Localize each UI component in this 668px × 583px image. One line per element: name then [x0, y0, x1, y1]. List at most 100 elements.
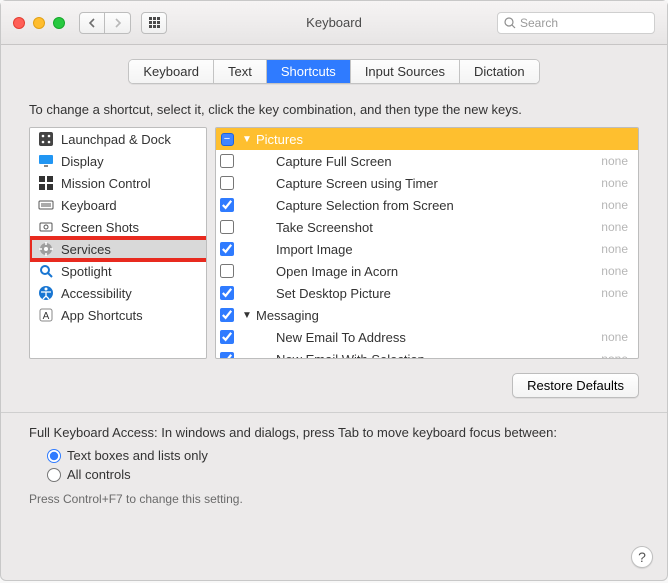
checkbox-cell [216, 220, 238, 234]
restore-defaults-button[interactable]: Restore Defaults [512, 373, 639, 398]
fka-radio-all[interactable] [47, 468, 61, 482]
row-label: Capture Selection from Screen [256, 198, 588, 213]
category-services[interactable]: Services [30, 238, 206, 260]
checkbox-cell [216, 198, 238, 212]
tree-item[interactable]: Take Screenshotnone [216, 216, 638, 238]
checkbox-cell [216, 176, 238, 190]
row-label: Pictures [256, 132, 588, 147]
tree-item[interactable]: Capture Selection from Screennone [216, 194, 638, 216]
fka-option-textboxes-label: Text boxes and lists only [67, 448, 208, 463]
checkbox-mixed[interactable]: − [221, 133, 234, 146]
content-area: To change a shortcut, select it, click t… [1, 84, 667, 583]
close-window-button[interactable] [13, 17, 25, 29]
shortcut-value[interactable]: none [588, 176, 638, 190]
category-label: Screen Shots [61, 220, 139, 235]
checkbox-cell [216, 154, 238, 168]
row-label: Set Desktop Picture [256, 286, 588, 301]
row-label: Take Screenshot [256, 220, 588, 235]
search-field[interactable] [497, 12, 655, 34]
category-accessibility[interactable]: Accessibility [30, 282, 206, 304]
show-all-button[interactable] [141, 12, 167, 34]
shortcut-value[interactable]: none [588, 330, 638, 344]
tree-item[interactable]: Capture Full Screennone [216, 150, 638, 172]
traffic-lights [13, 17, 65, 29]
tab-dictation[interactable]: Dictation [460, 60, 539, 83]
checkbox[interactable] [220, 352, 234, 359]
panes: Launchpad & DockDisplayMission ControlKe… [29, 127, 639, 359]
tree-item[interactable]: New Email With Selectionnone [216, 348, 638, 359]
fka-radio-textboxes[interactable] [47, 449, 61, 463]
checkbox[interactable] [220, 242, 234, 256]
shortcut-tree[interactable]: −▼PicturesCapture Full ScreennoneCapture… [215, 127, 639, 359]
tab-input-sources[interactable]: Input Sources [351, 60, 460, 83]
disclosure-icon[interactable]: ▼ [238, 310, 256, 321]
search-icon [504, 17, 516, 29]
category-display[interactable]: Display [30, 150, 206, 172]
checkbox[interactable] [220, 220, 234, 234]
fka-option-textboxes[interactable]: Text boxes and lists only [47, 448, 639, 463]
help-button[interactable]: ? [631, 546, 653, 568]
category-launchpad-dock[interactable]: Launchpad & Dock [30, 128, 206, 150]
shortcut-value[interactable]: none [588, 286, 638, 300]
checkbox-cell [216, 308, 238, 322]
preferences-window: Keyboard KeyboardTextShortcutsInput Sour… [0, 0, 668, 581]
category-label: Spotlight [61, 264, 112, 279]
titlebar: Keyboard [1, 1, 667, 45]
shortcut-value[interactable]: none [588, 220, 638, 234]
forward-button[interactable] [105, 12, 131, 34]
tree-group[interactable]: −▼Pictures [216, 128, 638, 150]
minimize-window-button[interactable] [33, 17, 45, 29]
checkbox[interactable] [220, 176, 234, 190]
category-mission-control[interactable]: Mission Control [30, 172, 206, 194]
checkbox[interactable] [220, 198, 234, 212]
shortcut-value[interactable]: none [588, 264, 638, 278]
launchpad-icon [38, 131, 54, 147]
row-label: Open Image in Acorn [256, 264, 588, 279]
checkbox-cell [216, 264, 238, 278]
back-button[interactable] [79, 12, 105, 34]
tab-keyboard[interactable]: Keyboard [129, 60, 214, 83]
category-list[interactable]: Launchpad & DockDisplayMission ControlKe… [29, 127, 207, 359]
checkbox[interactable] [220, 264, 234, 278]
row-label: Capture Full Screen [256, 154, 588, 169]
disclosure-icon[interactable]: ▼ [238, 134, 256, 145]
tree-item[interactable]: Set Desktop Picturenone [216, 282, 638, 304]
shortcut-value[interactable]: none [588, 198, 638, 212]
category-keyboard[interactable]: Keyboard [30, 194, 206, 216]
category-label: Services [61, 242, 111, 257]
fka-option-all[interactable]: All controls [47, 467, 639, 482]
checkbox-cell [216, 352, 238, 359]
shortcut-value[interactable]: none [588, 154, 638, 168]
tree-item[interactable]: New Email To Addressnone [216, 326, 638, 348]
checkbox-cell [216, 286, 238, 300]
tab-bar: KeyboardTextShortcutsInput SourcesDictat… [1, 59, 667, 84]
shortcut-value[interactable]: none [588, 242, 638, 256]
checkbox-cell [216, 242, 238, 256]
tree-item[interactable]: Open Image in Acornnone [216, 260, 638, 282]
tree-item[interactable]: Import Imagenone [216, 238, 638, 260]
spotlight-icon [38, 263, 54, 279]
shortcut-value[interactable]: none [588, 352, 638, 359]
checkbox[interactable] [220, 286, 234, 300]
tree-item[interactable]: Capture Screen using Timernone [216, 172, 638, 194]
tab-text[interactable]: Text [214, 60, 267, 83]
tree-group[interactable]: ▼Messaging [216, 304, 638, 326]
search-input[interactable] [520, 16, 648, 30]
category-spotlight[interactable]: Spotlight [30, 260, 206, 282]
fka-option-all-label: All controls [67, 467, 131, 482]
fka-hint: Press Control+F7 to change this setting. [29, 492, 639, 506]
checkbox[interactable] [220, 154, 234, 168]
highlight-box [29, 236, 207, 262]
mission-icon [38, 175, 54, 191]
checkbox-cell: − [216, 133, 238, 146]
tab-shortcuts[interactable]: Shortcuts [267, 60, 351, 83]
zoom-window-button[interactable] [53, 17, 65, 29]
screenshot-icon [38, 219, 54, 235]
row-label: New Email To Address [256, 330, 588, 345]
category-app-shortcuts[interactable]: AApp Shortcuts [30, 304, 206, 326]
category-screen-shots[interactable]: Screen Shots [30, 216, 206, 238]
checkbox[interactable] [220, 308, 234, 322]
divider [1, 412, 667, 413]
checkbox[interactable] [220, 330, 234, 344]
category-label: App Shortcuts [61, 308, 143, 323]
